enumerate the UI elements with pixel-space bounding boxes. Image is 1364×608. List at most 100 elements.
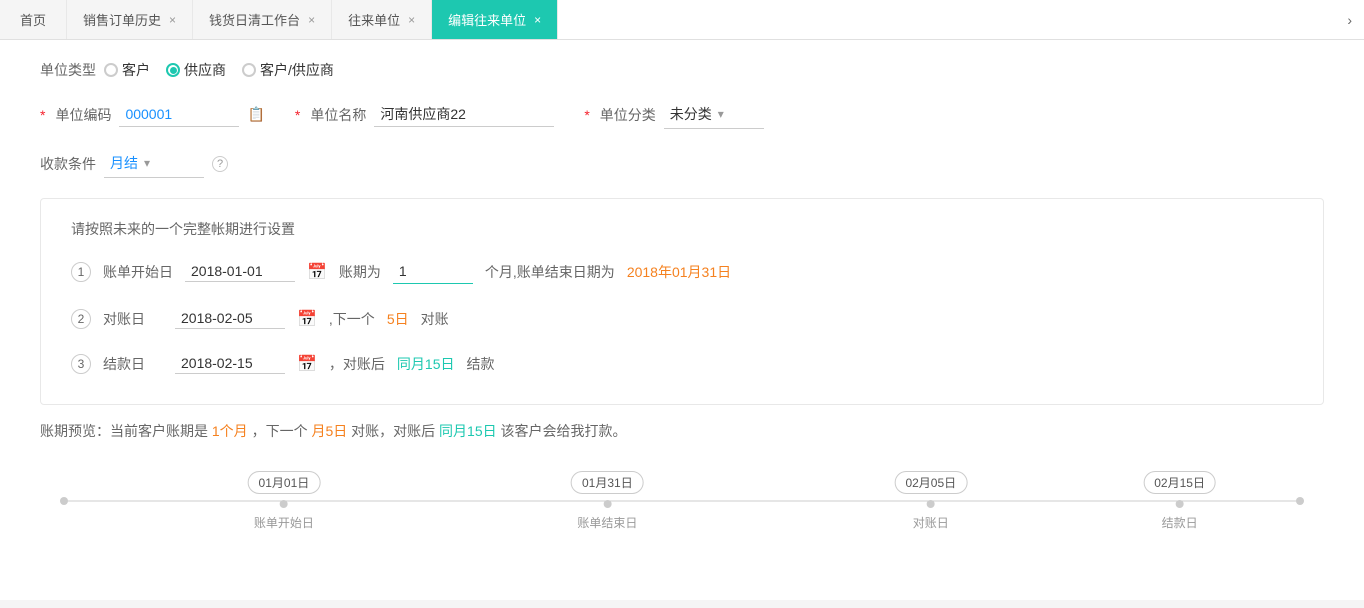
unit-code-star: * [40,107,45,123]
help-icon[interactable]: ? [212,156,228,172]
unit-category-label: 单位分类 [600,105,656,125]
calendar-icon-3[interactable]: 📅 [297,354,317,374]
tab-partners[interactable]: 往来单位 × [332,0,432,39]
unit-name-group: * 单位名称 [295,102,554,127]
unit-code-group: * 单位编码 📋 [40,102,265,127]
payment-chevron-icon: ▾ [144,156,150,170]
tab-home[interactable]: 首页 [0,0,67,39]
timeline-label-4: 结款日 [1162,514,1198,531]
radio-both-label: 客户/供应商 [260,60,334,80]
unit-category-star: * [584,107,589,123]
tab-cashflow-label: 钱货日清工作台 [209,10,300,29]
radio-customer-circle [104,63,118,77]
period-suffix-before-1: 账期为 [339,262,381,282]
payment-row: 收款条件 月结 ▾ ? [40,149,1324,178]
preview-suffix: 该客户会给我打款。 [501,423,627,439]
unit-type-row: 单位类型 客户 供应商 客户/供应商 [40,60,1324,80]
period-num-3: 3 [71,354,91,374]
period-label-3: 结款日 [103,354,163,374]
radio-both[interactable]: 客户/供应商 [242,60,334,80]
preview-section: 账期预览：当前客户账期是 1个月 ，下一个 月5日 对账，对账后 同月15日 该… [40,421,1324,441]
timeline-start-dot [60,497,68,505]
timeline-dot-3 [927,500,935,508]
timeline-badge-3: 02月05日 [894,471,967,494]
period-row-3: 3 结款日 📅 ，对账后 同月15日 结款 [71,353,1293,374]
timeline-badge-2: 01月31日 [571,471,644,494]
period-highlight-3: 同月15日 [397,354,455,374]
period-label-2: 对账日 [103,309,163,329]
preview-part1: 1个月 [212,423,248,439]
timeline-end-dot [1296,497,1304,505]
tab-sales-history-label: 销售订单历史 [83,10,161,29]
radio-supplier-label: 供应商 [184,60,226,80]
tab-partners-label: 往来单位 [348,10,400,29]
tab-cashflow[interactable]: 钱货日清工作台 × [193,0,332,39]
preview-sep2: 对账，对账后 [351,423,435,439]
unit-category-select[interactable]: 未分类 ▾ [664,100,764,129]
timeline-point-3: 02月05日 对账日 [894,471,967,531]
payment-value: 月结 [110,153,138,173]
timeline-dot-1 [280,500,288,508]
period-suffix-after-3: 结款 [467,354,495,374]
period-num-2: 2 [71,309,91,329]
radio-supplier-circle [166,63,180,77]
period-row-2: 2 对账日 📅 ,下一个 5日 对账 [71,308,1293,329]
category-chevron-icon: ▾ [718,107,724,121]
period-months-input[interactable] [393,259,473,284]
period-end-date: 2018年01月31日 [627,262,731,282]
timeline-point-4: 02月15日 结款日 [1143,471,1216,531]
period-highlight-2: 5日 [387,309,409,329]
radio-customer-label: 客户 [122,60,150,80]
payment-group: 收款条件 月结 ▾ ? [40,149,228,178]
period-date-2[interactable] [175,308,285,329]
calendar-icon-1[interactable]: 📅 [307,262,327,282]
payment-label: 收款条件 [40,154,96,174]
unit-type-group: 单位类型 客户 供应商 客户/供应商 [40,60,334,80]
timeline-badge-4: 02月15日 [1143,471,1216,494]
period-label-1: 账单开始日 [103,262,173,282]
period-suffix-before-3: ，对账后 [329,354,385,374]
timeline-point-2: 01月31日 账单结束日 [571,471,644,531]
preview-sep1: ，下一个 [252,423,308,439]
radio-supplier[interactable]: 供应商 [166,60,226,80]
period-suffix-month: 个月,账单结束日期为 [485,262,615,282]
period-suffix-before-2: ,下一个 [329,309,375,329]
tab-edit-partner-close[interactable]: × [534,13,541,27]
period-date-3[interactable] [175,353,285,374]
timeline-point-1: 01月01日 账单开始日 [248,471,321,531]
tab-sales-history[interactable]: 销售订单历史 × [67,0,193,39]
period-row-1: 1 账单开始日 📅 账期为 个月,账单结束日期为 2018年01月31日 [71,259,1293,284]
unit-code-input[interactable] [119,102,239,127]
radio-customer[interactable]: 客户 [104,60,150,80]
main-content: 单位类型 客户 供应商 客户/供应商 * 单位编码 [0,40,1364,600]
preview-part3: 同月15日 [439,423,497,439]
payment-select[interactable]: 月结 ▾ [104,149,204,178]
period-suffix-after-2: 对账 [421,309,449,329]
unit-code-label: 单位编码 [55,105,111,125]
unit-category-value: 未分类 [670,104,712,124]
timeline-dot-4 [1176,500,1184,508]
radio-both-circle [242,63,256,77]
unit-info-row: * 单位编码 📋 * 单位名称 * 单位分类 未分类 ▾ [40,100,1324,129]
tab-edit-partner-label: 编辑往来单位 [448,10,526,29]
timeline-container: 01月01日 账单开始日 01月31日 账单结束日 02月05日 对账日 02月… [40,461,1324,541]
tab-more-button[interactable]: › [1335,0,1364,39]
copy-icon[interactable]: 📋 [247,106,264,123]
preview-prefix: 账期预览：当前客户账期是 [40,423,208,439]
period-date-1[interactable] [185,261,295,282]
unit-type-radio-group: 客户 供应商 客户/供应商 [104,60,334,80]
timeline-label-2: 账单结束日 [577,514,637,531]
unit-name-label: 单位名称 [310,105,366,125]
calendar-icon-2[interactable]: 📅 [297,309,317,329]
tab-edit-partner[interactable]: 编辑往来单位 × [432,0,558,39]
unit-name-input[interactable] [374,102,554,127]
unit-category-group: * 单位分类 未分类 ▾ [584,100,763,129]
tab-partners-close[interactable]: × [408,13,415,27]
tab-home-label: 首页 [20,10,46,29]
preview-part2: 月5日 [311,423,347,439]
tab-cashflow-close[interactable]: × [308,13,315,27]
tab-bar: 首页 销售订单历史 × 钱货日清工作台 × 往来单位 × 编辑往来单位 × › [0,0,1364,40]
tab-sales-history-close[interactable]: × [169,13,176,27]
timeline-badge-1: 01月01日 [248,471,321,494]
unit-name-star: * [295,107,300,123]
